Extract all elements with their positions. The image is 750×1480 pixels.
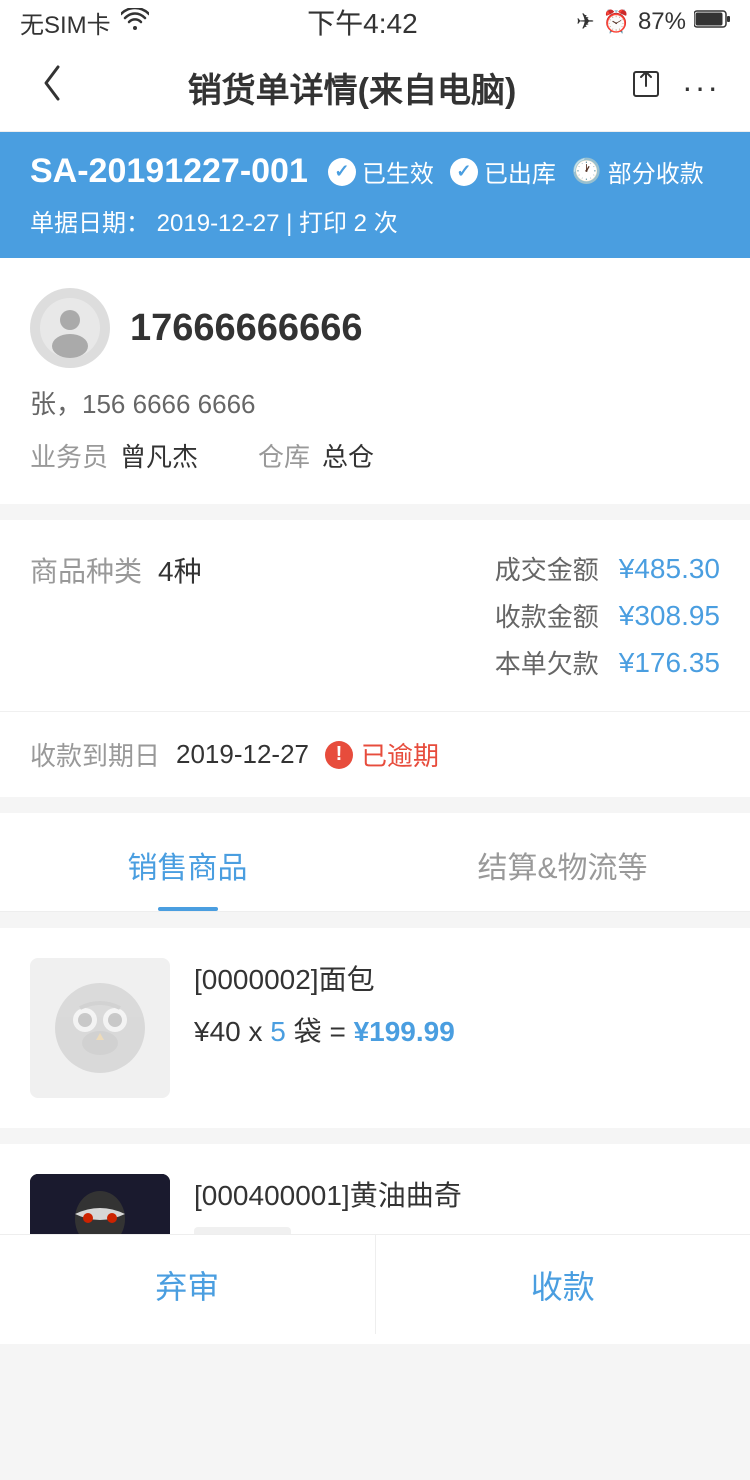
salesman-item: 业务员 曾凡杰	[30, 437, 198, 474]
stats-right: 成交金额 ¥485.30 收款金额 ¥308.95 本单欠款 ¥176.35	[495, 550, 720, 681]
salesman-label: 业务员	[30, 437, 108, 474]
status-partial-text: 部分收款	[608, 154, 704, 189]
collected-item: 收款金额 ¥308.95	[495, 597, 720, 634]
salesman-value: 曾凡杰	[120, 437, 198, 474]
page-title: 销货单详情(来自电脑)	[188, 63, 517, 112]
back-button[interactable]	[30, 53, 74, 122]
collected-value: ¥308.95	[619, 600, 720, 632]
status-right: ✈ ⏰ 87%	[576, 8, 730, 36]
warehouse-label: 仓库	[258, 437, 310, 474]
customer-meta: 业务员 曾凡杰 仓库 总仓	[30, 437, 720, 474]
due-date: 2019-12-27	[176, 739, 309, 770]
tabs-section: 销售商品 结算&物流等	[0, 813, 750, 912]
due-label: 收款到期日	[30, 736, 160, 773]
overdue-text: 已逾期	[361, 736, 439, 773]
abandon-button[interactable]: 弃审	[0, 1235, 376, 1334]
deal-amount-item: 成交金额 ¥485.30	[495, 550, 720, 587]
warehouse-item: 仓库 总仓	[258, 437, 374, 474]
collect-button[interactable]: 收款	[376, 1235, 750, 1334]
share-icon[interactable]	[630, 68, 662, 108]
product-name-1: [0000002]面包	[194, 958, 720, 998]
tabs-row: 销售商品 结算&物流等	[0, 813, 750, 911]
debt-value: ¥176.35	[619, 647, 720, 679]
customer-account-id: 17666666666	[130, 307, 362, 350]
collected-label: 收款金额	[495, 597, 599, 634]
list-item: 量+ [0000002]面包 ¥40 x 5 袋 = ¥199.99	[0, 928, 750, 1128]
location-icon: ✈	[576, 9, 594, 35]
wifi-icon	[121, 8, 149, 37]
check-icon-effective: ✓	[328, 158, 356, 186]
more-icon[interactable]: ···	[682, 69, 720, 106]
due-date-section: 收款到期日 2019-12-27 ! 已逾期	[0, 711, 750, 797]
status-bar: 无SIM卡 下午4:42 ✈ ⏰ 87%	[0, 0, 750, 44]
debt-label: 本单欠款	[495, 644, 599, 681]
customer-name: 张，156 6666 6666	[30, 384, 720, 421]
bottom-bar: 弃审 收款	[0, 1234, 750, 1334]
status-effective-text: 已生效	[362, 154, 434, 189]
status-shipped-text: 已出库	[484, 154, 556, 189]
stats-section: 商品种类 4种 成交金额 ¥485.30 收款金额 ¥308.95 本单欠款 ¥…	[0, 520, 750, 711]
date-label: 单据日期：	[30, 210, 150, 237]
overdue-icon: !	[325, 741, 353, 769]
order-date-row: 单据日期： 2019-12-27 | 打印 2 次	[30, 203, 720, 238]
deal-amount-value: ¥485.30	[619, 553, 720, 585]
alarm-icon: ⏰	[603, 9, 630, 35]
status-tag-effective: ✓ 已生效	[328, 154, 434, 189]
tab-sales-products[interactable]: 销售商品	[0, 813, 375, 911]
warehouse-value: 总仓	[322, 437, 374, 474]
product-list: 量+ [0000002]面包 ¥40 x 5 袋 = ¥199.99	[0, 912, 750, 1480]
status-left: 无SIM卡	[20, 5, 149, 40]
status-time: 下午4:42	[307, 2, 418, 42]
customer-section: 17666666666 张，156 6666 6666 业务员 曾凡杰 仓库 总…	[0, 258, 750, 504]
product-type-label: 商品种类	[30, 550, 142, 590]
stats-left: 商品种类 4种	[30, 550, 202, 590]
debt-item: 本单欠款 ¥176.35	[495, 644, 720, 681]
nav-bar: 销货单详情(来自电脑) ···	[0, 44, 750, 132]
order-date: 2019-12-27	[157, 210, 280, 237]
product-name-2: [000400001]黄油曲奇	[194, 1174, 720, 1214]
product-info-1: [0000002]面包 ¥40 x 5 袋 = ¥199.99	[194, 958, 720, 1050]
divider-1	[0, 504, 750, 520]
clock-icon: 🕐	[572, 157, 602, 186]
product-image-1: 量+	[30, 958, 170, 1098]
nav-actions: ···	[630, 68, 720, 108]
status-tags: ✓ 已生效 ✓ 已出库 🕐 部分收款	[328, 154, 704, 189]
carrier-text: 无SIM卡	[20, 5, 111, 40]
status-tag-shipped: ✓ 已出库	[450, 154, 556, 189]
avatar	[30, 288, 110, 368]
status-tag-partial: 🕐 部分收款	[572, 154, 704, 189]
battery-text: 87%	[638, 8, 686, 36]
battery-icon	[694, 8, 730, 36]
print-info: | 打印 2 次	[286, 210, 398, 237]
overdue-badge: ! 已逾期	[325, 736, 439, 773]
order-header: SA-20191227-001 ✓ 已生效 ✓ 已出库 🕐 部分收款 单据日期：…	[0, 132, 750, 258]
tab-settlement[interactable]: 结算&物流等	[375, 813, 750, 911]
order-id: SA-20191227-001	[30, 152, 308, 191]
product-type-count: 4种	[158, 550, 202, 590]
deal-amount-label: 成交金额	[495, 550, 599, 587]
check-icon-shipped: ✓	[450, 158, 478, 186]
product-price-1: ¥40 x 5 袋 = ¥199.99	[194, 1010, 720, 1050]
